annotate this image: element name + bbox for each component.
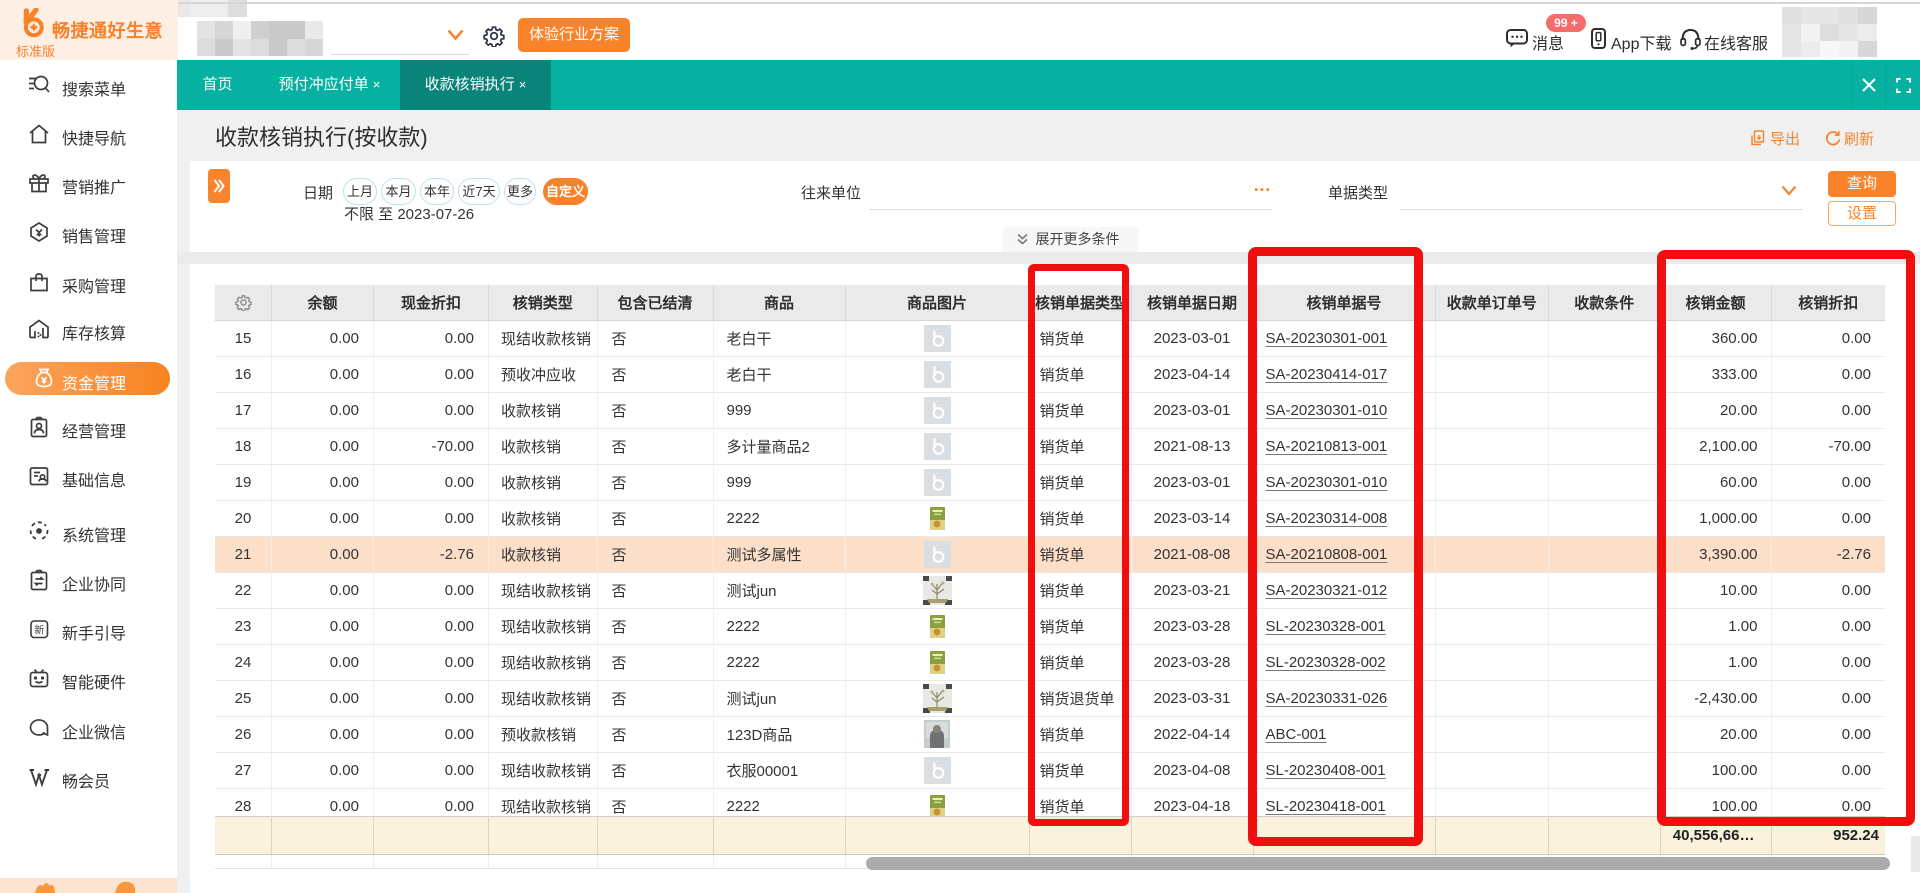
svg-text:新: 新 bbox=[34, 624, 44, 637]
